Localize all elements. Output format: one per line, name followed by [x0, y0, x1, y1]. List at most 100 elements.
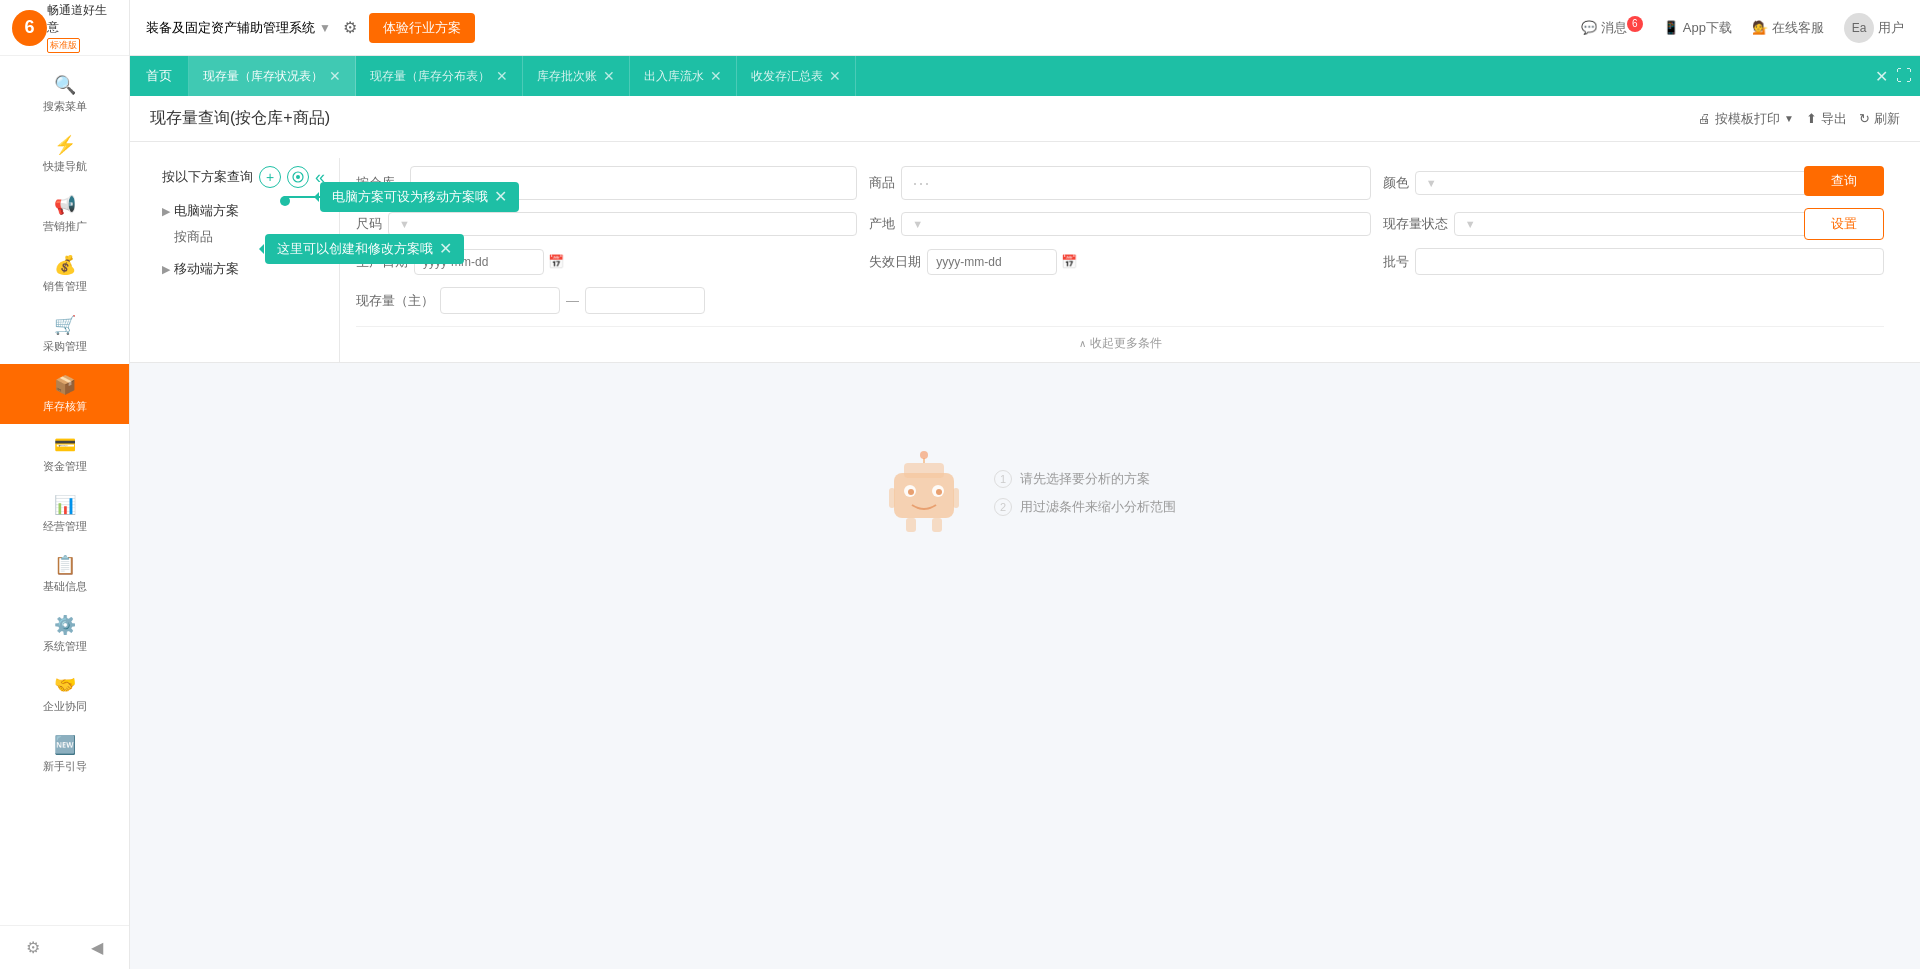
edit-scheme-button[interactable]: [287, 166, 309, 188]
svg-rect-10: [889, 488, 895, 508]
filter-header: 按以下方案查询 + «: [150, 166, 339, 198]
tab-inventory-status[interactable]: 现存量（库存状况表） ✕: [189, 56, 356, 96]
svg-point-8: [908, 489, 914, 495]
marketing-icon: 📢: [54, 194, 76, 216]
field-exp-date: 失效日期 📅: [869, 249, 1370, 275]
settings-bottom-icon[interactable]: ⚙: [26, 938, 40, 957]
sidebar-item-quick[interactable]: ⚡ 快捷导航: [0, 124, 129, 184]
tab-close-icon[interactable]: ✕: [603, 68, 615, 84]
tooltip-pc-close[interactable]: ✕: [494, 189, 507, 205]
exp-date-from[interactable]: [927, 249, 1057, 275]
sidebar-item-enterprise[interactable]: 🤝 企业协同: [0, 664, 129, 724]
sales-icon: 💰: [54, 254, 76, 276]
tab-flow[interactable]: 出入库流水 ✕: [630, 56, 737, 96]
print-action[interactable]: 🖨 按模板打印 ▼: [1698, 110, 1794, 128]
online-support-label: 在线客服: [1772, 19, 1824, 37]
phone-icon: 📱: [1663, 20, 1679, 35]
stock-qty-label: 现存量（主）: [356, 292, 434, 310]
sidebar-item-basic[interactable]: 📋 基础信息: [0, 544, 129, 604]
sidebar-item-label: 销售管理: [43, 279, 87, 294]
sidebar-item-guide[interactable]: 🆕 新手引导: [0, 724, 129, 784]
filter-row-2: 尺码 ▼ 产地 ▼ 现存量状态 ▼: [356, 212, 1884, 236]
svg-rect-11: [953, 488, 959, 508]
refresh-action[interactable]: ↻ 刷新: [1859, 110, 1900, 128]
tab-label: 现存量（库存状况表）: [203, 68, 323, 85]
origin-select[interactable]: ▼: [901, 212, 1370, 236]
support-icon: 💁: [1752, 20, 1768, 35]
tab-close-icon[interactable]: ✕: [829, 68, 841, 84]
export-action[interactable]: ⬆ 导出: [1806, 110, 1847, 128]
sidebar-item-label: 搜索菜单: [43, 99, 87, 114]
batch-input[interactable]: [1415, 248, 1884, 275]
collapse-bar[interactable]: ∧ 收起更多条件: [356, 326, 1884, 362]
app-download-label: App下载: [1683, 19, 1732, 37]
size-select[interactable]: ▼: [388, 212, 857, 236]
tab-close-icon[interactable]: ✕: [329, 68, 341, 84]
chevron-up-icon: ∧: [1079, 338, 1086, 349]
chevron-down-icon: ▼: [1426, 177, 1437, 189]
export-label: 导出: [1821, 110, 1847, 128]
print-dropdown-icon: ▼: [1784, 113, 1794, 124]
sidebar-item-system[interactable]: ⚙️ 系统管理: [0, 604, 129, 664]
step-num-2: 2: [994, 498, 1012, 516]
calendar-icon[interactable]: 📅: [548, 254, 564, 269]
chevron-down-icon: ▼: [912, 218, 923, 230]
stock-qty-from[interactable]: [440, 287, 560, 314]
online-support-action[interactable]: 💁 在线客服: [1752, 19, 1824, 37]
batch-label: 批号: [1383, 253, 1409, 271]
tab-label: 库存批次账: [537, 68, 597, 85]
header-right: 💬 消息 6 📱 App下载 💁 在线客服 Ea 用户: [1581, 13, 1904, 43]
guide-icon: 🆕: [54, 734, 76, 756]
sidebar-item-operations[interactable]: 📊 经营管理: [0, 484, 129, 544]
expand-icon: ▶: [162, 205, 170, 218]
notifications-badge: 6: [1627, 16, 1643, 32]
settings-icon[interactable]: ⚙: [343, 18, 357, 37]
tab-home[interactable]: 首页: [130, 56, 189, 96]
field-stock-qty: 现存量（主） —: [356, 287, 857, 314]
tab-inventory-dist[interactable]: 现存量（库存分布表） ✕: [356, 56, 523, 96]
search-button[interactable]: 查询: [1804, 166, 1884, 196]
sidebar-item-sales[interactable]: 💰 销售管理: [0, 244, 129, 304]
sidebar-item-inventory[interactable]: 📦 库存核算: [0, 364, 129, 424]
page-header: 现存量查询(按仓库+商品) 🖨 按模板打印 ▼ ⬆ 导出 ↻ 刷新: [130, 96, 1920, 142]
trial-button[interactable]: 体验行业方案: [369, 13, 475, 43]
tab-end-controls: ✕ ⛶: [1875, 67, 1920, 86]
calendar-icon-2[interactable]: 📅: [1061, 254, 1077, 269]
svg-point-1: [296, 175, 300, 179]
system-title[interactable]: 装备及固定资产辅助管理系统 ▼: [146, 19, 331, 37]
tooltip-edit-close[interactable]: ✕: [439, 241, 452, 257]
notifications-action[interactable]: 💬 消息 6: [1581, 19, 1643, 37]
expand-icon: ▶: [162, 263, 170, 276]
sidebar-item-finance[interactable]: 💳 资金管理: [0, 424, 129, 484]
tab-receive-summary[interactable]: 收发存汇总表 ✕: [737, 56, 856, 96]
collapse-sidebar-icon[interactable]: ◀: [91, 938, 103, 957]
tab-batch[interactable]: 库存批次账 ✕: [523, 56, 630, 96]
goods-input[interactable]: ⋯: [901, 166, 1370, 200]
prod-date-range: 📅: [414, 249, 857, 275]
scheme-tree-pc[interactable]: ▶ 电脑端方案: [150, 198, 339, 224]
sidebar-item-marketing[interactable]: 📢 营销推广: [0, 184, 129, 244]
tab-close-icon[interactable]: ✕: [496, 68, 508, 84]
page-actions: 🖨 按模板打印 ▼ ⬆ 导出 ↻ 刷新: [1698, 110, 1900, 128]
sidebar-item-label: 系统管理: [43, 639, 87, 654]
empty-steps: 1 请先选择要分析的方案 2 用过滤条件来缩小分析范围: [994, 470, 1176, 516]
tab-close-icon[interactable]: ✕: [710, 68, 722, 84]
field-batch: 批号: [1383, 248, 1884, 275]
tab-maximize-icon[interactable]: ⛶: [1896, 67, 1912, 85]
print-label: 按模板打印: [1715, 110, 1780, 128]
filter-area: 按以下方案查询 + « ▶ 电脑端方案 按商品 ▶ 移动端方案: [130, 142, 1920, 363]
user-action[interactable]: Ea 用户: [1844, 13, 1904, 43]
sidebar-item-purchase[interactable]: 🛒 采购管理: [0, 304, 129, 364]
step-label-2: 用过滤条件来缩小分析范围: [1020, 498, 1176, 516]
tab-close-all-icon[interactable]: ✕: [1875, 67, 1888, 86]
sidebar-item-label: 企业协同: [43, 699, 87, 714]
quick-icon: ⚡: [54, 134, 76, 156]
reset-button[interactable]: 设置: [1804, 208, 1884, 240]
stock-qty-to[interactable]: [585, 287, 705, 314]
purchase-icon: 🛒: [54, 314, 76, 336]
sidebar-item-search[interactable]: 🔍 搜索菜单: [0, 64, 129, 124]
app-download-action[interactable]: 📱 App下载: [1663, 19, 1732, 37]
add-scheme-button[interactable]: +: [259, 166, 281, 188]
sidebar-item-label: 采购管理: [43, 339, 87, 354]
main-content: 现存量查询(按仓库+商品) 🖨 按模板打印 ▼ ⬆ 导出 ↻ 刷新 按以下方案查…: [130, 96, 1920, 969]
